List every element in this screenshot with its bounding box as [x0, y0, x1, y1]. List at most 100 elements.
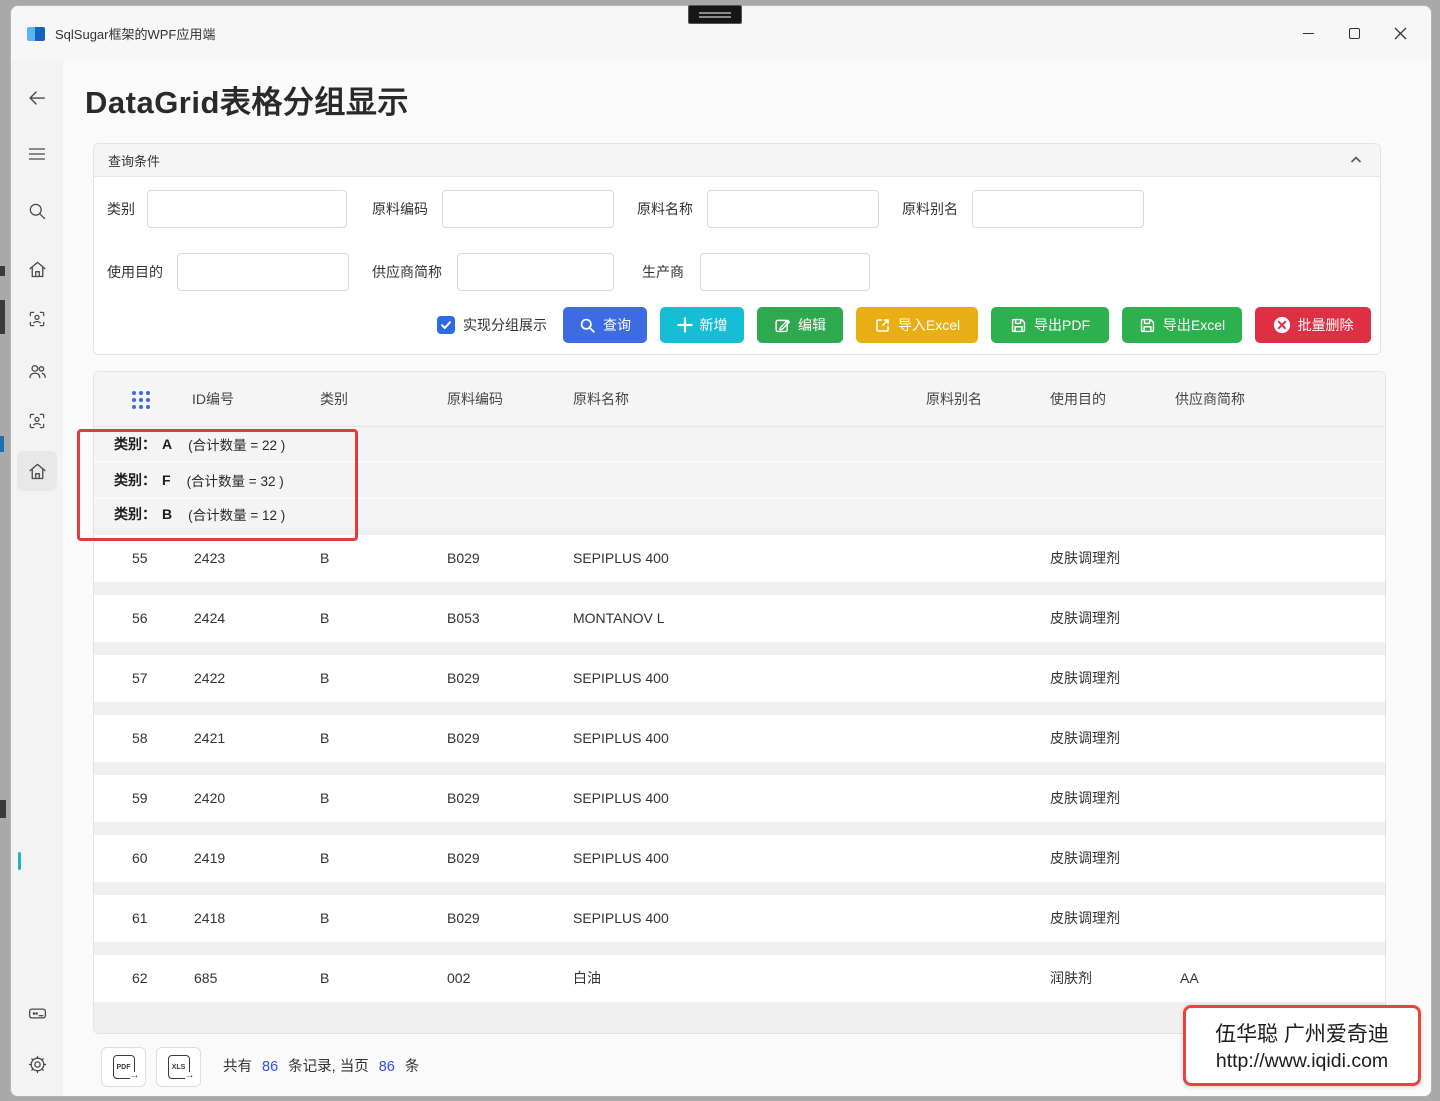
- cell-code: 002: [447, 970, 471, 986]
- batch-delete-button[interactable]: 批量删除: [1255, 307, 1371, 343]
- cell-category: B: [320, 550, 330, 566]
- table-row[interactable]: 55 2423 B B029 SEPIPLUS 400 皮肤调理剂: [94, 535, 1385, 582]
- total-count: 86: [262, 1059, 279, 1075]
- xls-file-icon: XLS →: [167, 1055, 195, 1081]
- cell-name: MONTANOV L: [573, 610, 665, 626]
- cell-supplier: AA: [1180, 970, 1199, 986]
- check-icon: [441, 321, 451, 329]
- app-window: SqlSugar框架的WPF应用端 DataGrid表格分组显示 查询条件 类别…: [10, 5, 1432, 1097]
- export-pdf-quick-button[interactable]: PDF →: [101, 1047, 146, 1087]
- cell-id: 2418: [194, 910, 226, 926]
- maximize-icon: [1348, 28, 1360, 39]
- group-label: 类别：: [114, 436, 156, 452]
- table-row[interactable]: 57 2422 B B029 SEPIPLUS 400 皮肤调理剂: [94, 655, 1385, 702]
- close-button[interactable]: [1377, 6, 1423, 61]
- save-disk-icon: [1140, 318, 1155, 332]
- minimize-button[interactable]: [1285, 6, 1331, 61]
- column-header-supplier[interactable]: 供应商简称: [1175, 372, 1245, 427]
- query-button-label: 查询: [603, 317, 631, 333]
- cell-category: B: [320, 670, 330, 686]
- watermark-author: 伍华聪 广州爱奇迪: [1215, 1023, 1389, 1046]
- import-icon: [876, 318, 889, 332]
- cell-purpose: 皮肤调理剂: [1050, 610, 1120, 626]
- sidebar-scan-person-button[interactable]: [17, 299, 57, 339]
- table-row[interactable]: 58 2421 B B029 SEPIPLUS 400 皮肤调理剂: [94, 715, 1385, 762]
- sidebar-console-button[interactable]: [17, 993, 57, 1033]
- export-xls-quick-button[interactable]: XLS →: [156, 1047, 201, 1087]
- cell-row-number: 56: [132, 610, 148, 626]
- cell-purpose: 皮肤调理剂: [1050, 910, 1120, 926]
- table-row[interactable]: 59 2420 B B029 SEPIPLUS 400 皮肤调理剂: [94, 775, 1385, 822]
- back-arrow-icon: [29, 91, 46, 105]
- sidebar-users-button[interactable]: [17, 351, 57, 391]
- search-icon: [580, 318, 595, 333]
- home-icon: [28, 463, 46, 479]
- add-button[interactable]: 新增: [660, 307, 744, 343]
- column-header-purpose[interactable]: 使用目的: [1050, 372, 1106, 427]
- group-display-checkbox[interactable]: [437, 316, 455, 334]
- group-row-f[interactable]: 类别： F (合计数量 = 32 ): [94, 463, 1385, 499]
- back-button[interactable]: [17, 78, 57, 118]
- cell-category: B: [320, 850, 330, 866]
- active-indicator: [18, 852, 21, 870]
- grid-drag-icon[interactable]: [132, 391, 150, 409]
- cell-row-number: 57: [132, 670, 148, 686]
- query-panel-header: 查询条件: [94, 144, 1380, 177]
- table-row[interactable]: 56 2424 B B053 MONTANOV L 皮肤调理剂: [94, 595, 1385, 642]
- material-code-input[interactable]: [442, 190, 614, 228]
- query-button[interactable]: 查询: [563, 307, 647, 343]
- category-input[interactable]: [147, 190, 347, 228]
- export-excel-button-label: 导出Excel: [1162, 317, 1226, 333]
- capture-toolbar-handle[interactable]: [688, 5, 742, 24]
- edit-button[interactable]: 编辑: [757, 307, 843, 343]
- add-button-label: 新增: [699, 317, 728, 333]
- cell-name: SEPIPLUS 400: [573, 730, 669, 746]
- watermark-url: http://www.iqidi.com: [1215, 1050, 1389, 1072]
- group-key: F: [162, 472, 171, 488]
- cell-code: B029: [447, 550, 480, 566]
- group-display-label[interactable]: 实现分组展示: [463, 315, 547, 335]
- app-icon: [27, 26, 45, 41]
- material-alias-input[interactable]: [972, 190, 1144, 228]
- menu-button[interactable]: [17, 134, 57, 174]
- purpose-input[interactable]: [177, 253, 349, 291]
- export-pdf-button-label: 导出PDF: [1034, 317, 1090, 333]
- sidebar-settings-button[interactable]: [17, 1044, 57, 1084]
- batch-delete-button-label: 批量删除: [1297, 317, 1354, 333]
- sidebar-search-button[interactable]: [17, 191, 57, 231]
- column-header-code[interactable]: 原料编码: [447, 372, 503, 427]
- column-header-id[interactable]: ID编号: [192, 372, 234, 427]
- cell-id: 2421: [194, 730, 226, 746]
- sidebar-scan-person-button-2[interactable]: [17, 401, 57, 441]
- import-excel-button[interactable]: 导入Excel: [856, 307, 978, 343]
- cell-name: SEPIPLUS 400: [573, 910, 669, 926]
- supplier-input[interactable]: [457, 253, 614, 291]
- group-count: (合计数量 = 32 ): [186, 474, 284, 489]
- gear-icon: [28, 1055, 46, 1073]
- maximize-button[interactable]: [1331, 6, 1377, 61]
- group-row-a[interactable]: 类别： A (合计数量 = 22 ): [94, 427, 1385, 463]
- field-label-material-code: 原料编码: [372, 201, 428, 217]
- material-name-input[interactable]: [707, 190, 879, 228]
- group-key: B: [162, 505, 173, 522]
- cell-name: SEPIPLUS 400: [573, 550, 669, 566]
- export-excel-button[interactable]: 导出Excel: [1122, 307, 1242, 343]
- group-row-b[interactable]: 类别： B (合计数量 = 12 ): [94, 499, 1385, 535]
- column-header-alias[interactable]: 原料别名: [926, 372, 982, 427]
- sidebar-home-button[interactable]: [17, 249, 57, 289]
- cell-purpose: 皮肤调理剂: [1050, 730, 1120, 746]
- table-row[interactable]: 62 685 B 002 白油 润肤剂 AA: [94, 955, 1385, 1002]
- manufacturer-input[interactable]: [700, 253, 870, 291]
- column-header-category[interactable]: 类别: [320, 372, 348, 427]
- export-pdf-button[interactable]: 导出PDF: [991, 307, 1109, 343]
- column-header-name[interactable]: 原料名称: [573, 372, 629, 427]
- cell-purpose: 皮肤调理剂: [1050, 790, 1120, 806]
- field-label-manufacturer: 生产商: [642, 264, 684, 280]
- table-row[interactable]: 60 2419 B B029 SEPIPLUS 400 皮肤调理剂: [94, 835, 1385, 882]
- table-row[interactable]: 61 2418 B B029 SEPIPLUS 400 皮肤调理剂: [94, 895, 1385, 942]
- sidebar-home-active-button[interactable]: [17, 451, 57, 870]
- query-panel-title: 查询条件: [108, 153, 161, 169]
- console-icon: [28, 1007, 46, 1019]
- minimize-icon: [1302, 33, 1314, 34]
- chevron-up-icon[interactable]: [1348, 152, 1364, 168]
